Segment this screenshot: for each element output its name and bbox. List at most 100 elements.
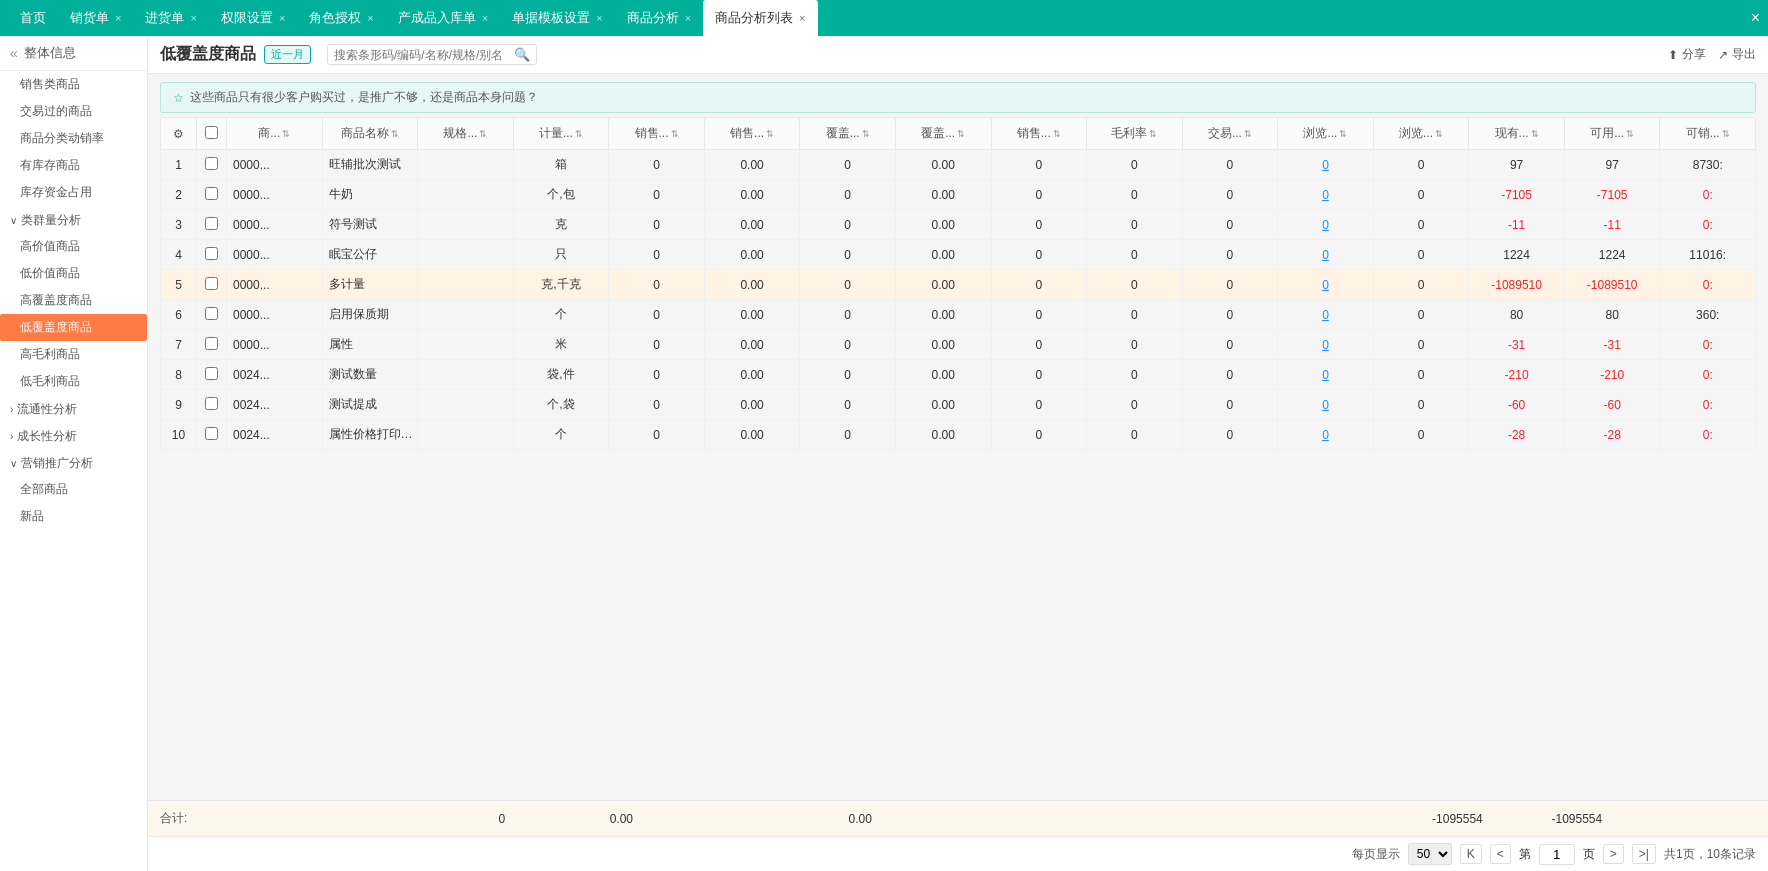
nav-permission-settings[interactable]: 权限设置 × (209, 0, 297, 36)
next-page-button[interactable]: > (1603, 844, 1624, 864)
sidebar-item-stock-capital[interactable]: 库存资金占用 (0, 179, 147, 206)
export-button[interactable]: ↗ 导出 (1718, 46, 1756, 63)
sidebar-group-cluster[interactable]: ∨ 类群量分析 (0, 206, 147, 233)
row-checkbox[interactable] (197, 330, 227, 360)
row-browse1[interactable]: 0 (1278, 240, 1374, 270)
sidebar-item-new-goods[interactable]: 新品 (0, 503, 147, 530)
nav-close-icon[interactable]: × (799, 0, 805, 36)
row-margin: 0 (1087, 420, 1183, 450)
sidebar-item-sales-goods[interactable]: 销售类商品 (0, 71, 147, 98)
last-page-button[interactable]: >| (1632, 844, 1656, 864)
close-all-tabs-button[interactable]: × (1751, 9, 1760, 27)
row-checkbox[interactable] (197, 360, 227, 390)
nav-close-icon[interactable]: × (115, 0, 121, 36)
sidebar-item-stocked-goods[interactable]: 有库存商品 (0, 152, 147, 179)
row-select-checkbox[interactable] (205, 277, 218, 290)
row-browse1[interactable]: 0 (1278, 300, 1374, 330)
sidebar-header[interactable]: « 整体信息 (0, 36, 147, 71)
row-browse1[interactable]: 0 (1278, 210, 1374, 240)
row-name: 属性价格打印测试 (322, 420, 418, 450)
nav-close-icon[interactable]: × (685, 0, 691, 36)
row-select-checkbox[interactable] (205, 427, 218, 440)
settings-icon[interactable]: ⚙ (173, 127, 184, 141)
nav-goods-analysis-list[interactable]: 商品分析列表 × (703, 0, 817, 36)
row-browse1[interactable]: 0 (1278, 150, 1374, 180)
row-browse1[interactable]: 0 (1278, 420, 1374, 450)
row-browse1[interactable]: 0 (1278, 270, 1374, 300)
share-button[interactable]: ⬆ 分享 (1668, 46, 1706, 63)
row-select-checkbox[interactable] (205, 157, 218, 170)
nav-close-icon[interactable]: × (367, 0, 373, 36)
row-checkbox[interactable] (197, 180, 227, 210)
collapse-icon[interactable]: « (10, 45, 18, 61)
sidebar-item-traded-goods[interactable]: 交易过的商品 (0, 98, 147, 125)
col-sales-qty: 销售...⇅ (609, 118, 705, 150)
row-checkbox[interactable] (197, 390, 227, 420)
row-select-checkbox[interactable] (205, 337, 218, 350)
sidebar-group-liquidity[interactable]: › 流通性分析 (0, 395, 147, 422)
sidebar-item-high-margin[interactable]: 高毛利商品 (0, 341, 147, 368)
nav-goods-analysis[interactable]: 商品分析 × (615, 0, 703, 36)
sidebar-item-low-coverage[interactable]: 低覆盖度商品 (0, 314, 147, 341)
search-icon[interactable]: 🔍 (514, 47, 530, 62)
row-coverage2: 0.00 (895, 390, 991, 420)
nav-home[interactable]: 首页 (8, 0, 58, 36)
nav-purchase-order[interactable]: 进货单 × (133, 0, 208, 36)
nav-finished-goods[interactable]: 产成品入库单 × (386, 0, 500, 36)
page-number-input[interactable] (1539, 844, 1575, 865)
row-sales-amt: 0.00 (704, 390, 800, 420)
row-browse1[interactable]: 0 (1278, 390, 1374, 420)
col-browse2: 浏览...⇅ (1373, 118, 1469, 150)
col-settings[interactable]: ⚙ (161, 118, 197, 150)
row-select-checkbox[interactable] (205, 187, 218, 200)
sidebar-item-all-goods[interactable]: 全部商品 (0, 476, 147, 503)
select-all-checkbox[interactable] (205, 126, 218, 139)
row-checkbox[interactable] (197, 300, 227, 330)
nav-close-icon[interactable]: × (279, 0, 285, 36)
row-select-checkbox[interactable] (205, 367, 218, 380)
row-checkbox[interactable] (197, 150, 227, 180)
row-checkbox[interactable] (197, 420, 227, 450)
col-checkbox[interactable] (197, 118, 227, 150)
header-actions: ⬆ 分享 ↗ 导出 (1668, 46, 1756, 63)
row-margin: 0 (1087, 180, 1183, 210)
page-label: 第 (1519, 846, 1531, 863)
row-checkbox[interactable] (197, 240, 227, 270)
row-select-checkbox[interactable] (205, 247, 218, 260)
row-select-checkbox[interactable] (205, 307, 218, 320)
table-row: 6 0000... 启用保质期 个 0 0.00 0 0.00 0 0 0 0 … (161, 300, 1756, 330)
per-page-select[interactable]: 50 (1408, 843, 1452, 865)
nav-close-icon[interactable]: × (596, 0, 602, 36)
row-select-checkbox[interactable] (205, 217, 218, 230)
sidebar-item-high-value[interactable]: 高价值商品 (0, 233, 147, 260)
row-checkbox[interactable] (197, 270, 227, 300)
sidebar-item-low-value[interactable]: 低价值商品 (0, 260, 147, 287)
nav-close-icon[interactable]: × (190, 0, 196, 36)
row-name: 牛奶 (322, 180, 418, 210)
footer-coverage2: 0.00 (801, 812, 920, 826)
row-browse1[interactable]: 0 (1278, 360, 1374, 390)
row-sales-qty: 0 (609, 240, 705, 270)
sidebar-item-low-margin[interactable]: 低毛利商品 (0, 368, 147, 395)
prev-page-button[interactable]: < (1490, 844, 1511, 864)
row-browse1[interactable]: 0 (1278, 330, 1374, 360)
nav-template-settings[interactable]: 单据模板设置 × (500, 0, 614, 36)
row-spec (418, 210, 514, 240)
time-filter-tag[interactable]: 近一月 (264, 45, 311, 64)
sidebar-group-marketing[interactable]: ∨ 营销推广分析 (0, 449, 147, 476)
nav-sales-order[interactable]: 销货单 × (58, 0, 133, 36)
row-checkbox[interactable] (197, 210, 227, 240)
sidebar-group-growth[interactable]: › 成长性分析 (0, 422, 147, 449)
table-row: 7 0000... 属性 米 0 0.00 0 0.00 0 0 0 0 0 -… (161, 330, 1756, 360)
row-coverage2: 0.00 (895, 240, 991, 270)
row-select-checkbox[interactable] (205, 397, 218, 410)
row-browse1[interactable]: 0 (1278, 180, 1374, 210)
sidebar-item-category-rate[interactable]: 商品分类动销率 (0, 125, 147, 152)
col-sales-amt: 销售...⇅ (704, 118, 800, 150)
nav-role-auth[interactable]: 角色授权 × (297, 0, 385, 36)
table-container[interactable]: ⚙ 商...⇅ 商品名称⇅ 规格...⇅ 计量...⇅ 销售...⇅ 销售...… (148, 117, 1768, 800)
search-input[interactable] (334, 48, 514, 62)
nav-close-icon[interactable]: × (482, 0, 488, 36)
sidebar-item-high-coverage[interactable]: 高覆盖度商品 (0, 287, 147, 314)
first-page-button[interactable]: K (1460, 844, 1482, 864)
